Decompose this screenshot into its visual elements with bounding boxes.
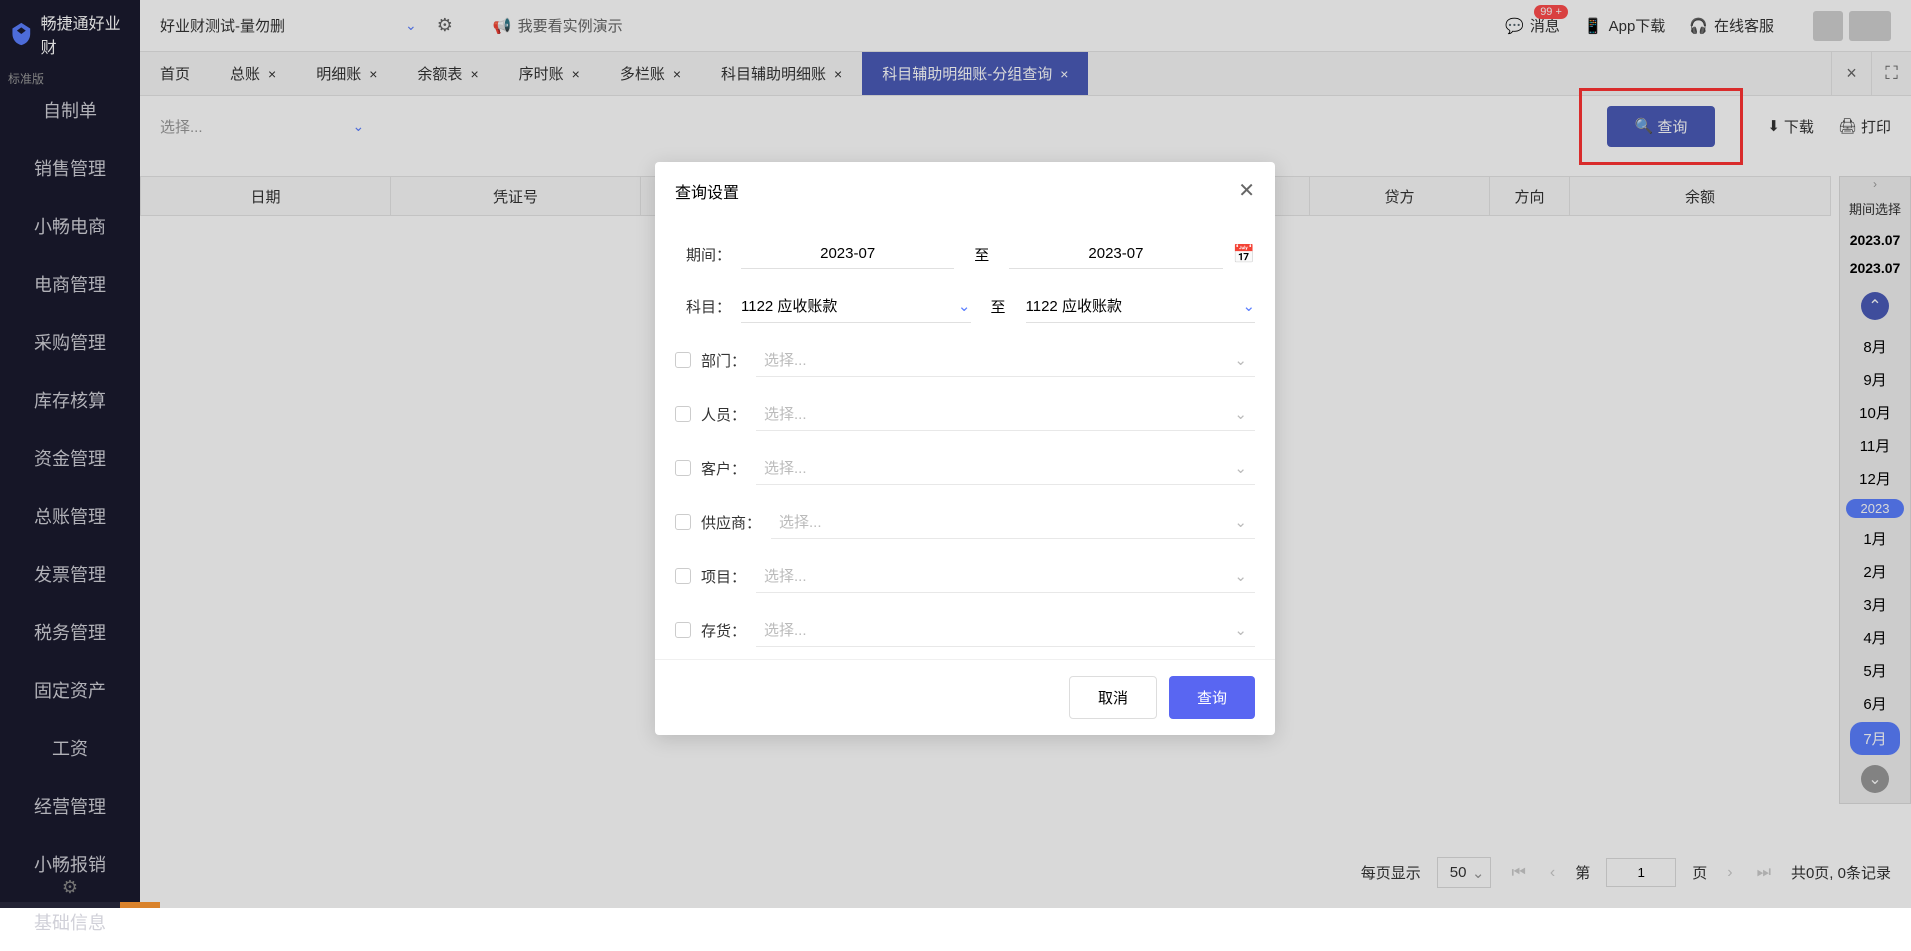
- account-to-value: 1122 应收账款: [1026, 295, 1122, 316]
- filter-row-dept: 部门： 选择... ⌄: [675, 333, 1255, 387]
- cancel-button[interactable]: 取消: [1069, 676, 1157, 719]
- checkbox-dept[interactable]: [675, 352, 691, 368]
- query-settings-dialog: 查询设置 ✕ 期间： 2023-07 至 2023-07 📅 科目： 1122 …: [655, 162, 1275, 735]
- period-label: 期间：: [675, 244, 731, 265]
- dept-select[interactable]: 选择... ⌄: [756, 343, 1255, 377]
- chevron-down-icon: ⌄: [1234, 513, 1247, 531]
- filter-row-supplier: 供应商： 选择... ⌄: [675, 495, 1255, 549]
- account-from-select[interactable]: 1122 应收账款 ⌄: [741, 289, 971, 323]
- chevron-down-icon: ⌄: [1234, 621, 1247, 639]
- supplier-select[interactable]: 选择... ⌄: [771, 505, 1255, 539]
- chevron-down-icon: ⌄: [1234, 405, 1247, 423]
- dialog-header: 查询设置 ✕: [655, 162, 1275, 219]
- filter-row-inventory: 存货： 选择... ⌄: [675, 603, 1255, 657]
- filter-row-person: 人员： 选择... ⌄: [675, 387, 1255, 441]
- confirm-button[interactable]: 查询: [1169, 676, 1255, 719]
- to-label: 至: [981, 296, 1016, 317]
- checkbox-project[interactable]: [675, 568, 691, 584]
- calendar-icon[interactable]: 📅: [1233, 244, 1255, 265]
- supplier-label: 供应商：: [701, 512, 761, 533]
- dept-label: 部门：: [701, 350, 746, 371]
- project-label: 项目：: [701, 566, 746, 587]
- to-label: 至: [964, 244, 999, 265]
- checkbox-inventory[interactable]: [675, 622, 691, 638]
- checkbox-customer[interactable]: [675, 460, 691, 476]
- dialog-footer: 取消 查询: [655, 659, 1275, 735]
- chevron-down-icon: ⌄: [1234, 459, 1247, 477]
- account-label: 科目：: [675, 296, 731, 317]
- checkbox-supplier[interactable]: [675, 514, 691, 530]
- inventory-select[interactable]: 选择... ⌄: [756, 613, 1255, 647]
- dialog-body: 期间： 2023-07 至 2023-07 📅 科目： 1122 应收账款 ⌄ …: [655, 219, 1275, 659]
- dialog-title: 查询设置: [675, 179, 739, 203]
- period-row: 期间： 2023-07 至 2023-07 📅: [675, 229, 1255, 279]
- account-from-value: 1122 应收账款: [741, 295, 837, 316]
- account-row: 科目： 1122 应收账款 ⌄ 至 1122 应收账款 ⌄: [675, 279, 1255, 333]
- period-to-input[interactable]: 2023-07: [1009, 239, 1222, 269]
- chevron-down-icon: ⌄: [1234, 351, 1247, 369]
- chevron-down-icon: ⌄: [1234, 567, 1247, 585]
- chevron-down-icon: ⌄: [958, 297, 971, 315]
- chevron-down-icon: ⌄: [1242, 297, 1255, 315]
- filter-row-project: 项目： 选择... ⌄: [675, 549, 1255, 603]
- placeholder: 选择...: [779, 511, 822, 532]
- filter-row-customer: 客户： 选择... ⌄: [675, 441, 1255, 495]
- customer-label: 客户：: [701, 458, 746, 479]
- customer-select[interactable]: 选择... ⌄: [756, 451, 1255, 485]
- project-select[interactable]: 选择... ⌄: [756, 559, 1255, 593]
- person-select[interactable]: 选择... ⌄: [756, 397, 1255, 431]
- placeholder: 选择...: [764, 457, 807, 478]
- placeholder: 选择...: [764, 565, 807, 586]
- placeholder: 选择...: [764, 349, 807, 370]
- person-label: 人员：: [701, 404, 746, 425]
- checkbox-person[interactable]: [675, 406, 691, 422]
- placeholder: 选择...: [764, 619, 807, 640]
- dialog-close-button[interactable]: ✕: [1238, 178, 1255, 203]
- account-to-select[interactable]: 1122 应收账款 ⌄: [1026, 289, 1256, 323]
- placeholder: 选择...: [764, 403, 807, 424]
- inventory-label: 存货：: [701, 620, 746, 641]
- period-from-input[interactable]: 2023-07: [741, 239, 954, 269]
- filter-row-ar-category: 往来分类： 选择...⌄: [675, 657, 1255, 659]
